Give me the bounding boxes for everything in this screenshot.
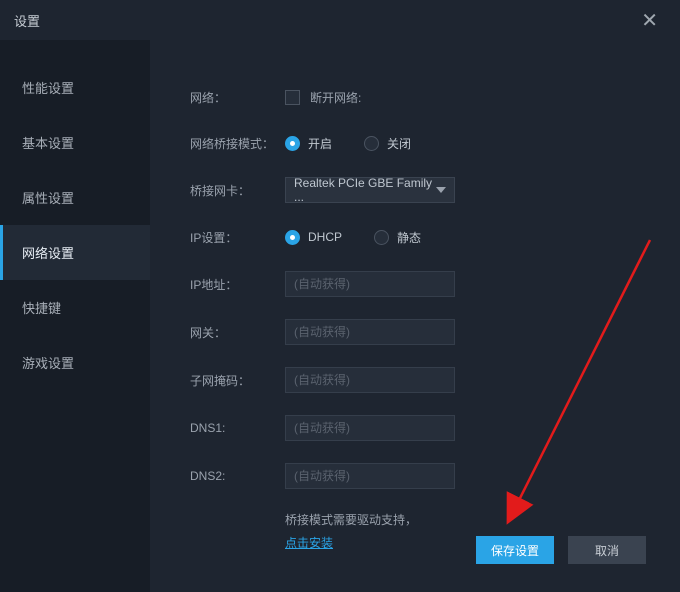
ip-label: IP地址： <box>190 276 285 293</box>
dns1-input[interactable] <box>285 415 455 441</box>
gateway-label: 网关： <box>190 324 285 341</box>
annotation-arrow <box>150 40 680 592</box>
nic-value: Realtek PCIe GBE Family ... <box>294 176 436 204</box>
sidebar-item-shortcuts[interactable]: 快捷键 <box>0 280 150 335</box>
cancel-button[interactable]: 取消 <box>568 536 646 564</box>
static-label: 静态 <box>397 229 421 246</box>
content-pane: 网络： 断开网络: 网络桥接模式： 开启 关闭 桥接网卡： Realtek PC… <box>150 40 680 592</box>
disconnect-checkbox[interactable] <box>285 90 300 105</box>
gateway-input[interactable] <box>285 319 455 345</box>
save-button[interactable]: 保存设置 <box>476 536 554 564</box>
static-radio[interactable] <box>374 230 389 245</box>
bridge-mode-label: 网络桥接模式： <box>190 135 285 152</box>
dhcp-label: DHCP <box>308 230 342 244</box>
ipmode-label: IP设置： <box>190 229 285 246</box>
mask-input[interactable] <box>285 367 455 393</box>
sidebar-item-properties[interactable]: 属性设置 <box>0 170 150 225</box>
ip-input[interactable] <box>285 271 455 297</box>
disconnect-label: 断开网络: <box>310 89 361 106</box>
bridge-off-label: 关闭 <box>387 135 411 152</box>
sidebar-item-performance[interactable]: 性能设置 <box>0 60 150 115</box>
dhcp-radio[interactable] <box>285 230 300 245</box>
sidebar-item-game[interactable]: 游戏设置 <box>0 335 150 390</box>
nic-select[interactable]: Realtek PCIe GBE Family ... <box>285 177 455 203</box>
dns2-label: DNS2: <box>190 469 285 483</box>
close-icon[interactable]: ✕ <box>633 4 666 37</box>
network-label: 网络： <box>190 89 285 106</box>
sidebar: 性能设置 基本设置 属性设置 网络设置 快捷键 游戏设置 <box>0 40 150 592</box>
bridge-hint: 桥接模式需要驱动支持， <box>285 511 640 528</box>
bridge-on-label: 开启 <box>308 135 332 152</box>
nic-label: 桥接网卡： <box>190 182 285 199</box>
bridge-on-radio[interactable] <box>285 136 300 151</box>
sidebar-item-network[interactable]: 网络设置 <box>0 225 150 280</box>
dns2-input[interactable] <box>285 463 455 489</box>
chevron-down-icon <box>436 187 446 193</box>
dns1-label: DNS1: <box>190 421 285 435</box>
bridge-off-radio[interactable] <box>364 136 379 151</box>
sidebar-item-basic[interactable]: 基本设置 <box>0 115 150 170</box>
window-title: 设置 <box>14 11 40 30</box>
mask-label: 子网掩码： <box>190 372 285 389</box>
